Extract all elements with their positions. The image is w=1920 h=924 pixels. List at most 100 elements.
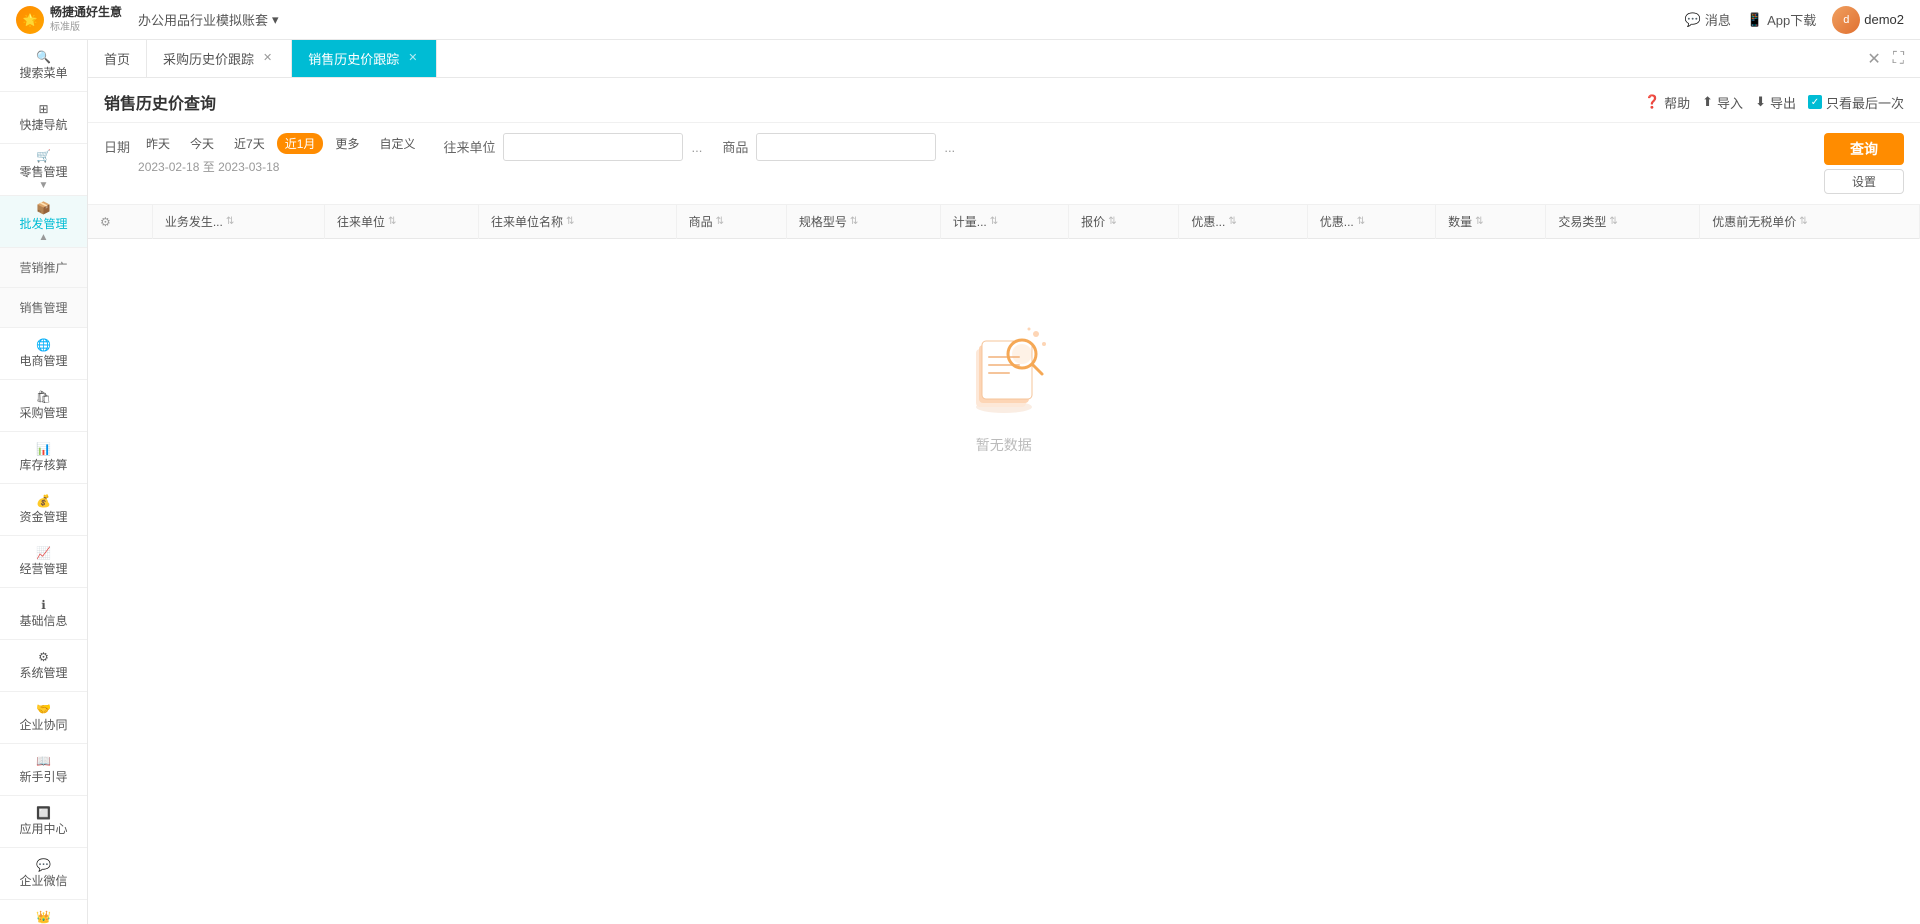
date-btn-today[interactable]: 今天 (182, 133, 222, 154)
th-goods-label: 商品 (689, 213, 713, 230)
sidebar-item-weixin[interactable]: 💬 企业微信 (0, 848, 87, 900)
sort-icon-party-code: ⇅ (388, 216, 396, 227)
header-left: 🌟 畅捷通好生意 标准版 办公用品行业模拟账套 ▾ (16, 5, 287, 34)
sort-icon-spec: ⇅ (850, 216, 858, 227)
sidebar-item-marketing[interactable]: 营销推广 (0, 248, 87, 288)
chat-icon: 💬 (1685, 12, 1701, 28)
checkbox-checked-icon: ✓ (1808, 95, 1822, 109)
th-pre-tax-price[interactable]: 优惠前无税单价 ⇅ (1700, 205, 1920, 239)
query-button[interactable]: 查询 (1824, 133, 1904, 165)
page-content: 销售历史价查询 ❓ 帮助 ⬆ 导入 ⬇ 导出 ✓ (88, 78, 1920, 924)
tab-close-all-icon[interactable]: ✕ (1863, 47, 1884, 71)
sidebar-item-system[interactable]: ⚙ 系统管理 (0, 640, 87, 692)
party-ellipsis[interactable]: ... (691, 140, 702, 155)
sidebar-label-finance: 资金管理 (19, 508, 67, 525)
sidebar-item-quick-nav[interactable]: ⊞ 快捷导航 (0, 92, 87, 144)
message-label: 消息 (1705, 10, 1731, 29)
th-biz-date-label: 业务发生... (165, 213, 223, 230)
chevron-down-icon: ▼ (39, 180, 49, 191)
sidebar-label-sales: 销售管理 (19, 299, 67, 316)
dropdown-arrow-icon: ▾ (272, 12, 279, 28)
sidebar-item-basic[interactable]: ℹ 基础信息 (0, 588, 87, 640)
appstore-icon: 🔲 (36, 806, 51, 820)
enterprise-icon: 🤝 (36, 702, 51, 716)
tab-sales-history[interactable]: 销售历史价跟踪 ✕ (292, 40, 437, 77)
sort-icon-pre-tax-price: ⇅ (1799, 216, 1807, 227)
sort-icon-price: ⇅ (1108, 216, 1116, 227)
date-btn-last7[interactable]: 近7天 (226, 133, 273, 154)
th-qty-label: 数量 (1448, 213, 1472, 230)
sidebar-item-finance[interactable]: 💰 资金管理 (0, 484, 87, 536)
th-discount2[interactable]: 优惠... ⇅ (1307, 205, 1435, 239)
tab-sales-history-close[interactable]: ✕ (405, 52, 420, 65)
grid-icon: ⊞ (38, 102, 48, 116)
sidebar-item-purchase[interactable]: 🛍 采购管理 (0, 380, 87, 432)
user-area[interactable]: d demo2 (1832, 6, 1904, 34)
purchase-icon: 🛍 (36, 390, 51, 404)
sidebar-label-retail: 零售管理 (19, 163, 67, 180)
th-pre-tax-price-label: 优惠前无税单价 (1712, 213, 1796, 230)
th-biz-date[interactable]: 业务发生... ⇅ (152, 205, 324, 239)
sidebar-item-guide[interactable]: 📖 新手引导 (0, 744, 87, 796)
th-settings[interactable]: ⚙ (88, 205, 152, 239)
header-right: 💬 消息 📱 App下载 d demo2 (1685, 6, 1904, 34)
main-layout: 🔍 搜索菜单 ⊞ 快捷导航 🛒 零售管理 ▼ 📦 批发管理 ▲ 营销推广 销售管… (0, 40, 1920, 924)
sort-icon-biz-date: ⇅ (226, 216, 234, 227)
phone-icon: 📱 (1747, 12, 1763, 28)
sort-icon-discount1: ⇅ (1228, 216, 1236, 227)
filter-row: 日期 昨天 今天 近7天 近1月 更多 自定义 2023-02-18 至 202… (88, 123, 1920, 205)
goods-ellipsis[interactable]: ... (944, 140, 955, 155)
sidebar-item-search[interactable]: 🔍 搜索菜单 (0, 40, 87, 92)
th-trade-type[interactable]: 交易类型 ⇅ (1546, 205, 1700, 239)
th-price[interactable]: 报价 ⇅ (1069, 205, 1179, 239)
sidebar-item-retail[interactable]: 🛒 零售管理 ▼ (0, 144, 87, 196)
party-input[interactable] (503, 133, 683, 161)
tab-home[interactable]: 首页 (88, 40, 147, 77)
export-button[interactable]: ⬇ 导出 (1755, 93, 1796, 112)
th-party-code[interactable]: 往来单位 ⇅ (325, 205, 479, 239)
help-button[interactable]: ❓ 帮助 (1644, 93, 1690, 112)
date-btn-more[interactable]: 更多 (327, 133, 367, 154)
date-buttons: 昨天 今天 近7天 近1月 更多 自定义 (138, 133, 423, 154)
company-selector[interactable]: 办公用品行业模拟账套 ▾ (130, 6, 287, 33)
sort-icon-trade-type: ⇅ (1609, 216, 1617, 227)
latest-only-toggle[interactable]: ✓ 只看最后一次 (1808, 93, 1904, 112)
tab-purchase-history[interactable]: 采购历史价跟踪 ✕ (147, 40, 292, 77)
sidebar-label-guide: 新手引导 (19, 768, 67, 785)
date-btn-yesterday[interactable]: 昨天 (138, 133, 178, 154)
th-party-name[interactable]: 往来单位名称 ⇅ (478, 205, 676, 239)
date-btn-last1m[interactable]: 近1月 (277, 133, 324, 154)
date-options: 昨天 今天 近7天 近1月 更多 自定义 2023-02-18 至 2023-0… (138, 133, 423, 175)
th-spec[interactable]: 规格型号 ⇅ (786, 205, 940, 239)
sidebar-label-enterprise: 企业协同 (19, 716, 67, 733)
goods-label: 商品 (722, 133, 748, 156)
sidebar-item-ecommerce[interactable]: 🌐 电商管理 (0, 328, 87, 380)
th-discount1[interactable]: 优惠... ⇅ (1179, 205, 1307, 239)
sidebar-item-member[interactable]: 👑 畅会员 (0, 900, 87, 924)
import-button[interactable]: ⬆ 导入 (1702, 93, 1743, 112)
tab-maximize-icon[interactable]: ⛶ (1889, 48, 1908, 70)
table-settings-icon[interactable]: ⚙ (100, 215, 111, 229)
settings-button[interactable]: 设置 (1824, 169, 1904, 194)
sidebar-item-wholesale[interactable]: 📦 批发管理 ▲ (0, 196, 87, 248)
sidebar-item-sales[interactable]: 销售管理 (0, 288, 87, 328)
sidebar-item-enterprise[interactable]: 🤝 企业协同 (0, 692, 87, 744)
app-download-action[interactable]: 📱 App下载 (1747, 10, 1816, 29)
goods-input[interactable] (756, 133, 936, 161)
import-icon: ⬆ (1702, 94, 1713, 110)
sidebar-item-appstore[interactable]: 🔲 应用中心 (0, 796, 87, 848)
date-label: 日期 (104, 133, 130, 156)
sidebar-item-operation[interactable]: 📈 经营管理 (0, 536, 87, 588)
table-wrapper: ⚙ 业务发生... ⇅ 往来单位 (88, 205, 1920, 924)
date-btn-custom[interactable]: 自定义 (371, 133, 423, 154)
sort-icon-party-name: ⇅ (566, 216, 574, 227)
sidebar-label-appstore: 应用中心 (19, 820, 67, 837)
sidebar-item-inventory[interactable]: 📊 库存核算 (0, 432, 87, 484)
th-qty[interactable]: 数量 ⇅ (1436, 205, 1546, 239)
th-goods[interactable]: 商品 ⇅ (676, 205, 786, 239)
sidebar-label-operation: 经营管理 (19, 560, 67, 577)
tab-purchase-history-close[interactable]: ✕ (260, 52, 275, 65)
message-action[interactable]: 💬 消息 (1685, 10, 1731, 29)
th-unit[interactable]: 计量... ⇅ (940, 205, 1068, 239)
sidebar-label-basic: 基础信息 (19, 612, 67, 629)
